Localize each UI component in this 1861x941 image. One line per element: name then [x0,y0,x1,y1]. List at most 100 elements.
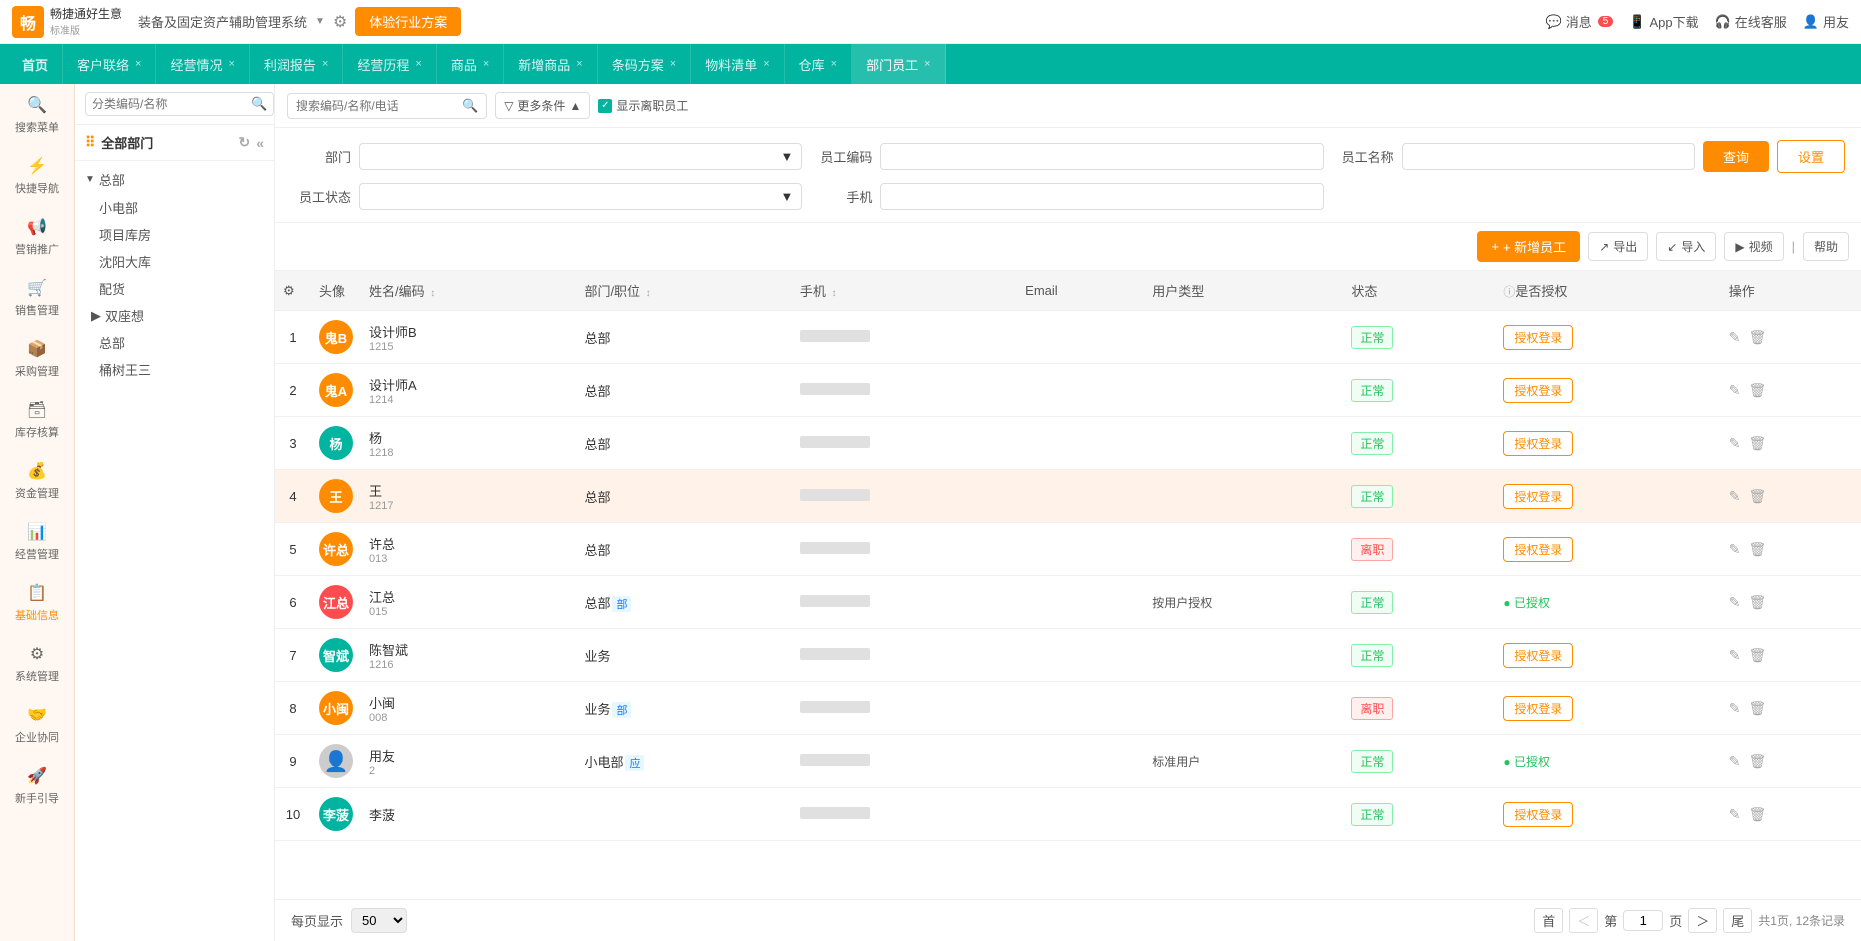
app-download-action[interactable]: 📱 App下载 [1629,12,1698,31]
page-size-select[interactable]: 50 100 200 [351,908,407,933]
dept-child-xiangmu[interactable]: 项目库房 [75,221,274,248]
sidebar-item-search[interactable]: 🔍 搜索菜单 [0,84,74,145]
sidebar-item-guide[interactable]: 🚀 新手引导 [0,755,74,816]
auth-login-button[interactable]: 授权登录 [1503,484,1573,509]
tab-close-customer[interactable]: × [135,58,141,70]
delete-icon[interactable]: 🗑 [1748,488,1766,505]
edit-icon[interactable]: ✎ [1729,647,1741,664]
edit-icon[interactable]: ✎ [1729,594,1741,611]
status-select[interactable]: ▼ [359,183,802,210]
dept-child-xiaodian[interactable]: 小电部 [75,194,274,221]
tab-add-goods[interactable]: 新增商品 × [504,44,597,84]
sidebar-item-system[interactable]: ⚙ 系统管理 [0,633,74,694]
delete-icon[interactable]: 🗑 [1748,541,1766,558]
gear-button[interactable]: ⚙ [333,12,347,32]
edit-icon[interactable]: ✎ [1729,382,1741,399]
edit-icon[interactable]: ✎ [1729,435,1741,452]
sidebar-item-purchase[interactable]: 📦 采购管理 [0,328,74,389]
tab-customer[interactable]: 客户联络 × [63,44,156,84]
edit-icon[interactable]: ✎ [1729,753,1741,770]
tab-bom[interactable]: 物料清单 × [691,44,784,84]
edit-icon[interactable]: ✎ [1729,541,1741,558]
col-phone[interactable]: 手机 ↕ [792,271,1017,311]
delete-icon[interactable]: 🗑 [1748,435,1766,452]
set-button[interactable]: 设置 [1777,140,1845,173]
employee-search-input[interactable] [296,99,456,113]
dept-select[interactable]: ▼ [359,143,802,170]
dept-search-icon[interactable]: 🔍 [251,96,267,112]
first-page-btn[interactable]: 首 [1534,908,1563,933]
dept-child-peihuo[interactable]: 配货 [75,275,274,302]
auth-login-button[interactable]: 授权登录 [1503,378,1573,403]
sidebar-item-marketing[interactable]: 📢 营销推广 [0,206,74,267]
delete-icon[interactable]: 🗑 [1748,806,1766,823]
import-button[interactable]: ↙ 导入 [1656,232,1716,261]
tab-profit[interactable]: 利润报告 × [250,44,343,84]
tab-close-bom[interactable]: × [763,58,769,70]
auth-login-button[interactable]: 授权登录 [1503,537,1573,562]
sidebar-item-inventory[interactable]: 🗃 库存核算 [0,389,74,450]
add-employee-button[interactable]: + + 新增员工 [1477,231,1580,262]
user-action[interactable]: 👤 用友 [1803,12,1849,31]
tab-close-employees[interactable]: × [924,58,930,70]
dept-sub-header-tongshu[interactable]: 桶树王三 [75,356,274,383]
last-page-btn[interactable]: 尾 [1723,908,1752,933]
sidebar-item-base[interactable]: 📋 基础信息 [0,572,74,633]
dept-sub-header-zongbu2[interactable]: 总部 [75,329,274,356]
view-button[interactable]: ▶ 视频 [1724,232,1783,261]
sidebar-item-operation[interactable]: 📊 经营管理 [0,511,74,572]
tab-employees[interactable]: 部门员工 × [852,44,945,84]
delete-icon[interactable]: 🗑 [1748,700,1766,717]
export-button[interactable]: ↗ 导出 [1588,232,1648,261]
delete-icon[interactable]: 🗑 [1748,594,1766,611]
show-leave-checkbox[interactable]: ✓ [598,99,612,113]
edit-icon[interactable]: ✎ [1729,329,1741,346]
tab-close-profit[interactable]: × [322,58,328,70]
dept-sub-header-shuangzuo[interactable]: ▶ 双座想 [75,302,274,329]
col-dept[interactable]: 部门/职位 ↕ [576,271,791,311]
tab-goods[interactable]: 商品 × [437,44,504,84]
tab-journey[interactable]: 经营历程 × [343,44,436,84]
tab-close-add-goods[interactable]: × [576,58,582,70]
tab-warehouse[interactable]: 仓库 × [785,44,852,84]
edit-icon[interactable]: ✎ [1729,806,1741,823]
dept-search-input[interactable] [92,97,247,111]
tab-close-warehouse[interactable]: × [831,58,837,70]
delete-icon[interactable]: 🗑 [1748,329,1766,346]
service-action[interactable]: 🎧 在线客服 [1715,12,1787,31]
system-dropdown-arrow[interactable]: ▼ [315,16,325,27]
col-settings[interactable]: ⚙ [275,271,311,311]
sidebar-item-collab[interactable]: 🤝 企业协同 [0,694,74,755]
auth-login-button[interactable]: 授权登录 [1503,431,1573,456]
trial-button[interactable]: 体验行业方案 [355,7,461,36]
tab-operation[interactable]: 经营情况 × [156,44,249,84]
dept-all[interactable]: ⠿ 全部部门 ↻ « [75,125,274,161]
edit-icon[interactable]: ✎ [1729,488,1741,505]
tab-barcode[interactable]: 条码方案 × [598,44,691,84]
phone-input[interactable] [880,183,1323,210]
emp-name-input[interactable] [1402,143,1695,170]
delete-icon[interactable]: 🗑 [1748,647,1766,664]
auth-login-button[interactable]: 授权登录 [1503,696,1573,721]
edit-icon[interactable]: ✎ [1729,700,1741,717]
auth-login-button[interactable]: 授权登录 [1503,802,1573,827]
dept-group-header-zongbu[interactable]: ▼ 总部 [75,165,274,194]
dept-child-shenyang[interactable]: 沈阳大库 [75,248,274,275]
show-leave-wrap[interactable]: ✓ 显示离职员工 [598,97,688,114]
auth-login-button[interactable]: 授权登录 [1503,325,1573,350]
auth-question-icon[interactable]: ⓘ [1503,285,1515,299]
sidebar-item-quick[interactable]: ⚡ 快捷导航 [0,145,74,206]
help-button[interactable]: 帮助 [1803,232,1849,261]
tab-home[interactable]: 首页 [8,44,63,84]
col-name[interactable]: 姓名/编码 ↕ [361,271,576,311]
filter-more-btn[interactable]: ▽ 更多条件 ▲ [495,92,590,119]
search-button[interactable]: 查询 [1703,141,1769,172]
message-action[interactable]: 💬 消息 5 [1546,12,1614,31]
auth-login-button[interactable]: 授权登录 [1503,643,1573,668]
dept-collapse-icon[interactable]: « [256,135,264,151]
emp-code-input[interactable] [880,143,1323,170]
delete-icon[interactable]: 🗑 [1748,753,1766,770]
dept-refresh-icon[interactable]: ↻ [238,134,250,151]
tab-close-barcode[interactable]: × [670,58,676,70]
tab-close-operation[interactable]: × [228,58,234,70]
